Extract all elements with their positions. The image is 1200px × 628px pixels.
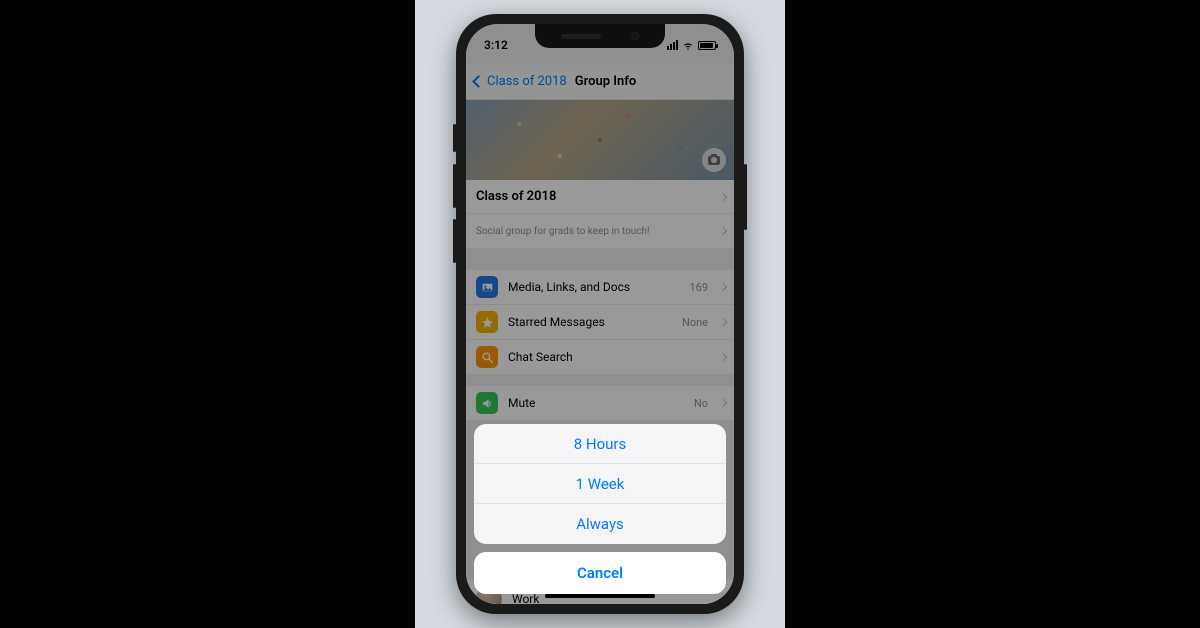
mute-option-8-hours[interactable]: 8 Hours — [474, 424, 726, 464]
action-sheet: 8 Hours 1 Week Always Cancel — [474, 424, 726, 594]
mute-option-always[interactable]: Always — [474, 504, 726, 544]
action-sheet-options: 8 Hours 1 Week Always — [474, 424, 726, 544]
volume-up-button — [453, 164, 456, 208]
power-button — [744, 164, 747, 230]
article-stage: 3:12 Class of 2018 Group Info — [415, 0, 785, 628]
phone-screen: 3:12 Class of 2018 Group Info — [466, 24, 734, 604]
side-button — [453, 124, 456, 152]
mute-option-1-week[interactable]: 1 Week — [474, 464, 726, 504]
phone-frame: 3:12 Class of 2018 Group Info — [456, 14, 744, 614]
volume-down-button — [453, 219, 456, 263]
cancel-button[interactable]: Cancel — [474, 552, 726, 594]
